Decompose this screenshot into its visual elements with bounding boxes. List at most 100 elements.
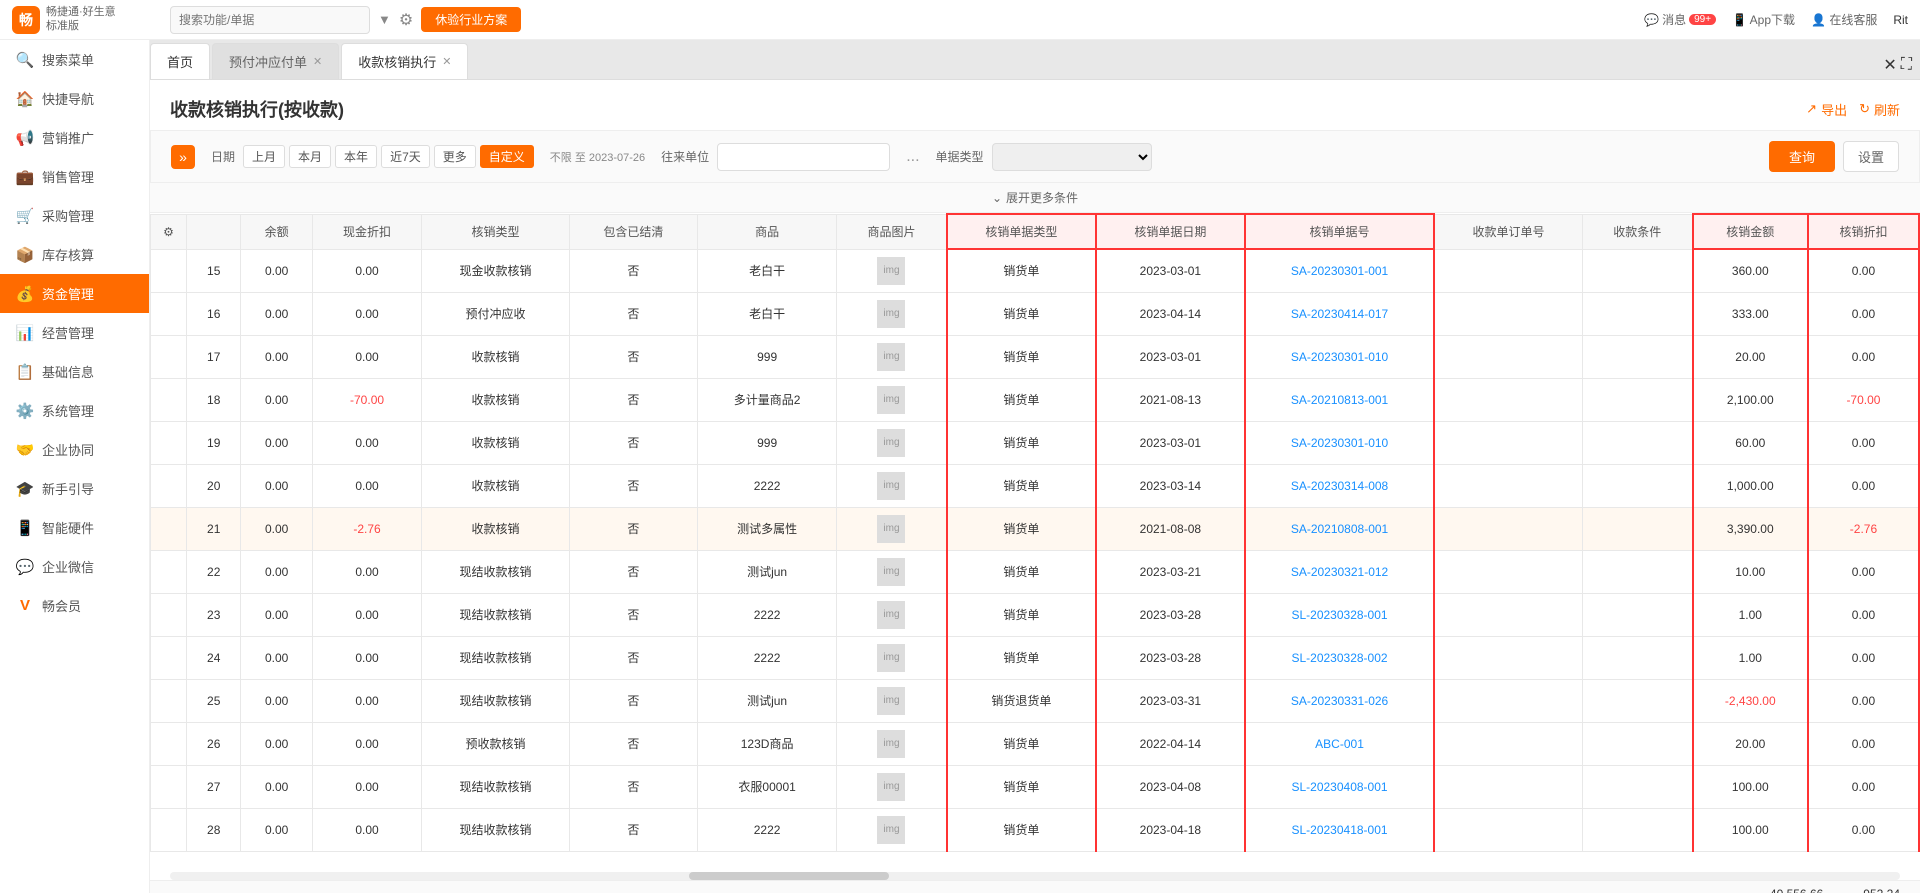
cell-goods: 测试jun	[698, 679, 837, 722]
cell-verify-bill-no[interactable]: SA-20230314-008	[1245, 464, 1434, 507]
date-btn-7days[interactable]: 近7天	[381, 145, 430, 168]
cell-verify-bill-type: 销货单	[947, 636, 1096, 679]
sidebar-item-system[interactable]: ⚙️ 系统管理	[0, 391, 149, 430]
cell-verify-bill-no[interactable]: SL-20230328-002	[1245, 636, 1434, 679]
sidebar-item-sales[interactable]: 💼 销售管理	[0, 157, 149, 196]
sidebar-item-purchase[interactable]: 🛒 采购管理	[0, 196, 149, 235]
top-search-input[interactable]	[170, 6, 370, 34]
sidebar-item-vip[interactable]: V 畅会员	[0, 586, 149, 625]
table-row: 160.000.00预付冲应收否老白干img销货单2023-04-14SA-20…	[151, 292, 1920, 335]
cell-verify-amount: 100.00	[1693, 808, 1808, 851]
scroll-thumb[interactable]	[689, 872, 889, 880]
from-unit-input[interactable]	[717, 143, 890, 171]
tab-close-all-icon[interactable]: ✕	[1883, 55, 1896, 75]
sidebar-item-cooperation[interactable]: 🤝 企业协同	[0, 430, 149, 469]
tab-home-label: 首页	[167, 52, 193, 71]
tab-home[interactable]: 首页	[150, 43, 210, 79]
date-btn-more[interactable]: 更多	[434, 145, 476, 168]
cell-settings	[151, 550, 187, 593]
tab-maximize-icon[interactable]: ⛶	[1901, 56, 1912, 74]
table-footer: 40,556,66... 952.24	[150, 880, 1920, 893]
date-label: 日期	[211, 148, 235, 165]
sidebar-item-inventory[interactable]: 📦 库存核算	[0, 235, 149, 274]
cell-receipt-order-no	[1434, 636, 1582, 679]
app-download-link[interactable]: 📱 App下载	[1732, 11, 1795, 28]
date-btn-last-month[interactable]: 上月	[243, 145, 285, 168]
refresh-button[interactable]: ↻ 刷新	[1859, 100, 1900, 119]
cell-verify-bill-no[interactable]: SA-20230321-012	[1245, 550, 1434, 593]
sidebar-item-wechat[interactable]: 💬 企业微信	[0, 547, 149, 586]
cell-verify-bill-no[interactable]: SA-20230301-001	[1245, 249, 1434, 292]
date-btn-this-year[interactable]: 本年	[335, 145, 377, 168]
tab-prepay-label: 预付冲应付单	[229, 52, 307, 71]
app-logo-icon: 畅	[12, 6, 40, 34]
settings-icon[interactable]: ⚙	[399, 10, 413, 30]
cell-verify-bill-type: 销货单	[947, 765, 1096, 808]
sidebar-item-base-info[interactable]: 📋 基础信息	[0, 352, 149, 391]
tab-prepay-close-icon[interactable]: ✕	[313, 55, 322, 68]
cell-balance: 0.00	[241, 292, 312, 335]
cell-verify-type: 现结收款核销	[422, 550, 569, 593]
cell-goods: 多计量商品2	[698, 378, 837, 421]
export-button[interactable]: ↗ 导出	[1806, 100, 1847, 119]
cell-verify-bill-no[interactable]: SL-20230418-001	[1245, 808, 1434, 851]
cell-verify-amount: 20.00	[1693, 335, 1808, 378]
cell-verify-discount: 0.00	[1808, 249, 1919, 292]
cell-verify-discount: -2.76	[1808, 507, 1919, 550]
cell-verify-discount: 0.00	[1808, 335, 1919, 378]
cell-verify-bill-date: 2023-03-28	[1096, 593, 1245, 636]
cell-receipt-order-no	[1434, 249, 1582, 292]
cell-verify-amount: 100.00	[1693, 765, 1808, 808]
sidebar-item-smart-hw[interactable]: 📱 智能硬件	[0, 508, 149, 547]
filter-expand-button[interactable]: »	[171, 145, 195, 169]
cell-verify-bill-no[interactable]: SA-20210813-001	[1245, 378, 1434, 421]
cell-verify-bill-type: 销货单	[947, 808, 1096, 851]
cell-verify-bill-no[interactable]: SL-20230408-001	[1245, 765, 1434, 808]
filter-date-buttons: 上月 本月 本年 近7天 更多 自定义	[243, 145, 534, 168]
cell-num: 25	[187, 679, 241, 722]
scroll-bar[interactable]	[170, 872, 1900, 880]
cell-included-cleared: 否	[569, 378, 697, 421]
sidebar-item-quick-nav[interactable]: 🏠 快捷导航	[0, 79, 149, 118]
filter-settings-button[interactable]: 设置	[1843, 141, 1899, 172]
cell-verify-bill-no[interactable]: SL-20230328-001	[1245, 593, 1434, 636]
sidebar-item-search-menu[interactable]: 🔍 搜索菜单	[0, 40, 149, 79]
cell-verify-bill-date: 2023-04-18	[1096, 808, 1245, 851]
cell-verify-bill-no[interactable]: SA-20230414-017	[1245, 292, 1434, 335]
cell-verify-bill-type: 销货单	[947, 593, 1096, 636]
sidebar-item-beginner[interactable]: 🎓 新手引导	[0, 469, 149, 508]
cell-verify-bill-no[interactable]: SA-20230301-010	[1245, 335, 1434, 378]
tab-receipt-verify-close-icon[interactable]: ✕	[442, 55, 451, 68]
sidebar-item-operations[interactable]: 📊 经营管理	[0, 313, 149, 352]
tab-prepay[interactable]: 预付冲应付单 ✕	[212, 43, 339, 79]
expand-more-bar[interactable]: ⌄ 展开更多条件	[150, 183, 1920, 213]
page-header: 收款核销执行(按收款) ↗ 导出 ↻ 刷新	[150, 80, 1920, 130]
main-layout: 🔍 搜索菜单 🏠 快捷导航 📢 营销推广 💼 销售管理 🛒 采购管理 📦 库存核…	[0, 40, 1920, 893]
top-search-dropdown-icon[interactable]: ▼	[378, 12, 391, 27]
cell-verify-bill-no[interactable]: SA-20230301-010	[1245, 421, 1434, 464]
receipt-type-select[interactable]	[992, 143, 1152, 171]
cell-verify-bill-no[interactable]: ABC-001	[1245, 722, 1434, 765]
th-settings[interactable]: ⚙	[151, 214, 187, 249]
user-name[interactable]: Rit	[1893, 13, 1908, 27]
date-btn-this-month[interactable]: 本月	[289, 145, 331, 168]
cell-balance: 0.00	[241, 636, 312, 679]
sidebar-item-finance[interactable]: 💰 资金管理	[0, 274, 149, 313]
industry-solution-button[interactable]: 休验行业方案	[421, 7, 521, 32]
expand-more-label: 展开更多条件	[1006, 189, 1078, 206]
cell-verify-discount: 0.00	[1808, 421, 1919, 464]
tab-receipt-verify[interactable]: 收款核销执行 ✕	[341, 43, 468, 79]
cell-verify-bill-no[interactable]: SA-20230331-026	[1245, 679, 1434, 722]
cell-included-cleared: 否	[569, 765, 697, 808]
th-verify-discount: 核销折扣	[1808, 214, 1919, 249]
search-button[interactable]: 查询	[1769, 141, 1835, 172]
refresh-icon: ↻	[1859, 101, 1870, 117]
cell-receipt-cond	[1582, 249, 1692, 292]
sidebar-label-quick-nav: 快捷导航	[42, 89, 94, 108]
cell-verify-bill-no[interactable]: SA-20210808-001	[1245, 507, 1434, 550]
sidebar-item-marketing[interactable]: 📢 营销推广	[0, 118, 149, 157]
cell-settings	[151, 765, 187, 808]
messages-link[interactable]: 💬 消息 99+	[1644, 11, 1716, 28]
online-service-link[interactable]: 👤 在线客服	[1811, 11, 1877, 28]
date-btn-custom[interactable]: 自定义	[480, 145, 534, 168]
